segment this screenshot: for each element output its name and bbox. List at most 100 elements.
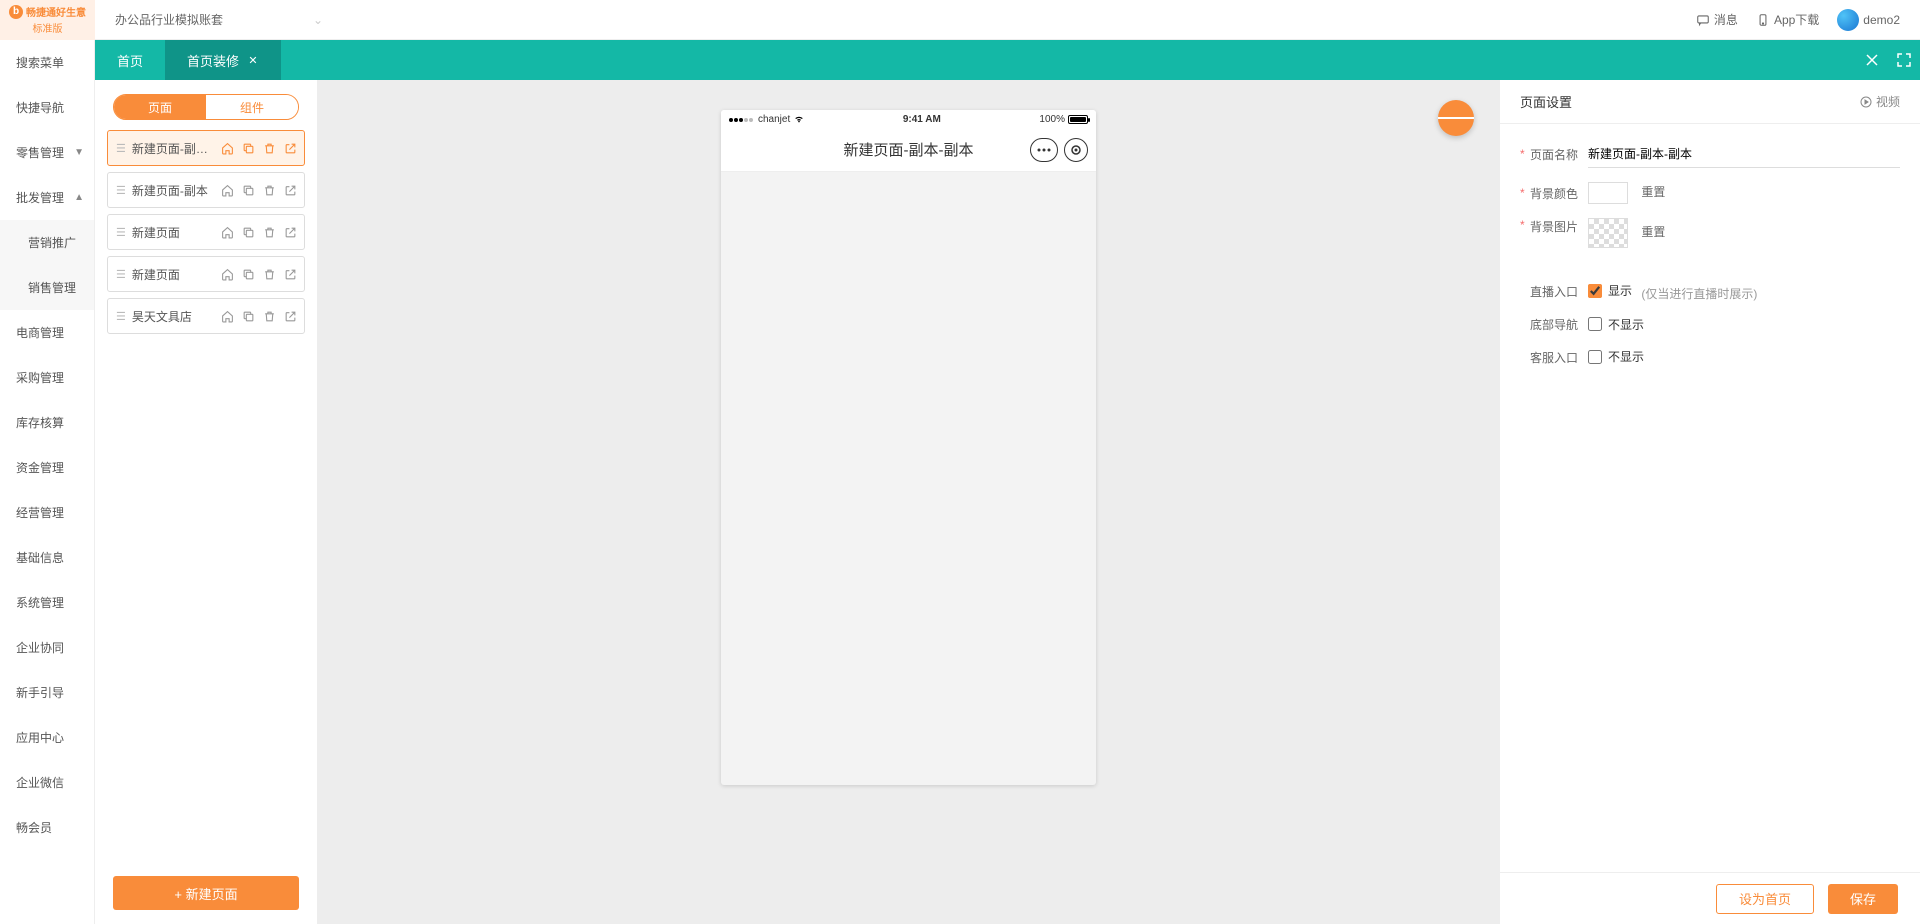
copy-icon[interactable]: [241, 141, 256, 156]
new-page-button[interactable]: + 新建页面: [113, 876, 299, 910]
nav-quicknav[interactable]: 快捷导航: [0, 85, 94, 130]
page-row[interactable]: ☰昊天文具店: [107, 298, 305, 334]
nav-appcenter[interactable]: 应用中心: [0, 715, 94, 760]
delete-icon[interactable]: [262, 309, 277, 324]
nav-label: 库存核算: [16, 414, 64, 431]
home-icon[interactable]: [220, 309, 235, 324]
tab-decorate[interactable]: 首页装修 ✕: [165, 40, 281, 80]
service-chk-label: 不显示: [1608, 348, 1644, 365]
account-selector[interactable]: 办公品行业模拟账套 ⌄: [115, 11, 323, 28]
battery-icon: [1068, 115, 1088, 124]
account-selector-label: 办公品行业模拟账套: [115, 11, 223, 28]
page-row[interactable]: ☰新建页面-副本: [107, 172, 305, 208]
close-icon[interactable]: ✕: [247, 54, 259, 66]
chevron-up-icon: ▲: [74, 192, 84, 203]
save-button[interactable]: 保存: [1828, 884, 1898, 914]
nav-inventory[interactable]: 库存核算: [0, 400, 94, 445]
phone-statusbar: chanjet 9:41 AM 100%: [721, 110, 1096, 128]
user-menu[interactable]: demo2: [1837, 9, 1900, 31]
nav-ecommerce[interactable]: 电商管理: [0, 310, 94, 355]
row-bottomnav: 底部导航 不显示: [1520, 316, 1900, 335]
copy-icon[interactable]: [241, 309, 256, 324]
nav-label: 销售管理: [28, 279, 76, 296]
share-icon[interactable]: [283, 309, 298, 324]
nav-search[interactable]: 搜索菜单: [0, 40, 94, 85]
service-label: 客服入口: [1530, 349, 1588, 366]
service-checkbox[interactable]: [1588, 350, 1602, 364]
nav-retail[interactable]: 零售管理▼: [0, 130, 94, 175]
nav-marketing[interactable]: 营销推广: [0, 220, 94, 265]
nav-newbie[interactable]: 新手引导: [0, 670, 94, 715]
share-icon[interactable]: [283, 141, 298, 156]
mini-program-close-icon[interactable]: [1064, 138, 1088, 162]
app-download-button[interactable]: App下载: [1756, 11, 1819, 28]
canvas: chanjet 9:41 AM 100% 新建页面-副本-副本: [317, 80, 1500, 924]
drag-icon[interactable]: ☰: [116, 142, 126, 155]
nav-basic[interactable]: 基础信息: [0, 535, 94, 580]
segment-page[interactable]: 页面: [114, 95, 206, 119]
delete-icon[interactable]: [262, 225, 277, 240]
delete-icon[interactable]: [262, 267, 277, 282]
delete-icon[interactable]: [262, 183, 277, 198]
hamburger-fab[interactable]: [1438, 100, 1474, 136]
copy-icon[interactable]: [241, 225, 256, 240]
user-name: demo2: [1863, 13, 1900, 27]
nav-operation[interactable]: 经营管理: [0, 490, 94, 535]
nav-system[interactable]: 系统管理: [0, 580, 94, 625]
mobile-icon: [1756, 13, 1770, 27]
delete-icon[interactable]: [262, 141, 277, 156]
nav-fund[interactable]: 资金管理: [0, 445, 94, 490]
segment-control: 页面 组件: [113, 94, 299, 120]
home-icon[interactable]: [220, 225, 235, 240]
tab-home[interactable]: 首页: [95, 40, 165, 80]
bgimg-swatch[interactable]: [1588, 218, 1628, 248]
nav-enterprise[interactable]: 企业协同: [0, 625, 94, 670]
share-icon[interactable]: [283, 267, 298, 282]
drag-icon[interactable]: ☰: [116, 226, 126, 239]
nav-purchase[interactable]: 采购管理: [0, 355, 94, 400]
drag-icon[interactable]: ☰: [116, 184, 126, 197]
avatar-icon: [1837, 9, 1859, 31]
nav-label: 基础信息: [16, 549, 64, 566]
home-icon[interactable]: [220, 141, 235, 156]
settings-title: 页面设置: [1520, 92, 1572, 111]
messages-button[interactable]: 消息: [1696, 11, 1738, 28]
page-row[interactable]: ☰ 新建页面: [107, 256, 305, 292]
bottomnav-checkbox[interactable]: [1588, 317, 1602, 331]
home-icon[interactable]: [220, 183, 235, 198]
copy-icon[interactable]: [241, 183, 256, 198]
set-home-button[interactable]: 设为首页: [1716, 884, 1814, 914]
home-icon[interactable]: [220, 267, 235, 282]
page-name-input[interactable]: [1588, 140, 1900, 168]
nav-wholesale[interactable]: 批发管理▲: [0, 175, 94, 220]
nav-sales[interactable]: 销售管理: [0, 265, 94, 310]
topbar: b 畅捷通好生意 标准版 办公品行业模拟账套 ⌄ 消息 App下载 demo2: [0, 0, 1920, 40]
drag-icon[interactable]: ☰: [116, 268, 126, 281]
share-icon[interactable]: [283, 183, 298, 198]
nav-wechat[interactable]: 企业微信: [0, 760, 94, 805]
nav-label: 零售管理: [16, 144, 64, 161]
tab-label: 首页: [117, 51, 143, 70]
row-live: 直播入口 显示 (仅当进行直播时展示): [1520, 282, 1900, 302]
live-checkbox[interactable]: [1588, 284, 1602, 298]
video-link[interactable]: 视频: [1860, 93, 1900, 110]
bgimg-reset[interactable]: 重置: [1641, 225, 1665, 239]
page-name: 新建页面: [132, 266, 214, 283]
share-icon[interactable]: [283, 225, 298, 240]
tab-label: 首页装修: [187, 51, 239, 70]
nav-member[interactable]: 畅会员: [0, 805, 94, 850]
page-row[interactable]: ☰新建页面-副本...: [107, 130, 305, 166]
topbar-right: 消息 App下载 demo2: [1696, 9, 1920, 31]
bgcolor-reset[interactable]: 重置: [1641, 185, 1665, 199]
nav-label: 系统管理: [16, 594, 64, 611]
tabstrip-fullscreen-button[interactable]: [1888, 40, 1920, 80]
nav-label: 采购管理: [16, 369, 64, 386]
bgcolor-swatch[interactable]: [1588, 182, 1628, 204]
drag-icon[interactable]: ☰: [116, 310, 126, 323]
copy-icon[interactable]: [241, 267, 256, 282]
segment-component[interactable]: 组件: [206, 95, 298, 119]
mini-program-menu-icon[interactable]: [1030, 138, 1058, 162]
tabstrip-close-button[interactable]: [1856, 40, 1888, 80]
video-label: 视频: [1876, 93, 1900, 110]
page-row[interactable]: ☰新建页面: [107, 214, 305, 250]
